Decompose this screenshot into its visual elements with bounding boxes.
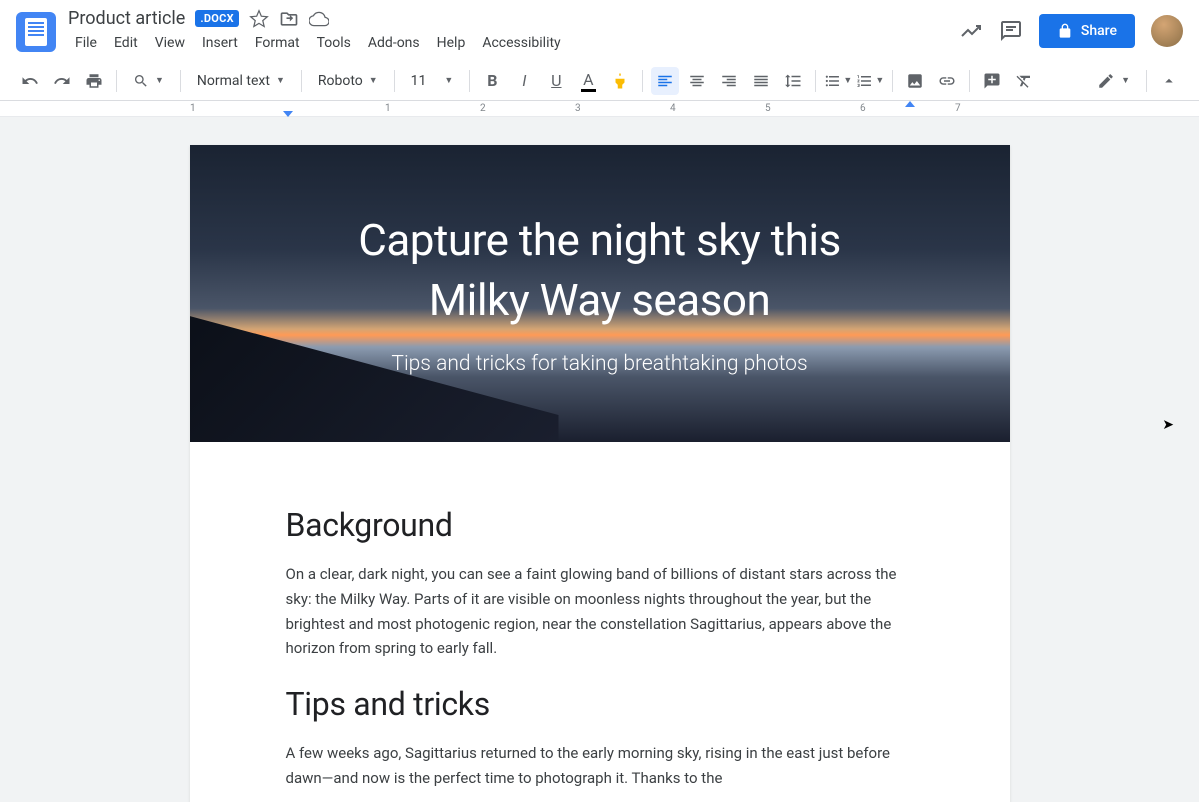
line-spacing-button[interactable] <box>779 67 807 95</box>
user-avatar[interactable] <box>1151 15 1183 47</box>
align-justify-button[interactable] <box>747 67 775 95</box>
bold-button[interactable]: B <box>478 67 506 95</box>
menu-bar: File Edit View Insert Format Tools Add-o… <box>68 31 959 55</box>
print-button[interactable] <box>80 67 108 95</box>
style-dropdown[interactable]: Normal text▼ <box>189 67 293 95</box>
numbered-list-button[interactable]: ▼ <box>856 67 884 95</box>
hero-image: Capture the night sky this Milky Way sea… <box>190 145 1010 442</box>
pencil-icon <box>1097 72 1115 90</box>
formatting-toolbar: ▼ Normal text▼ Roboto▼ 11▼ B I U A ▼ ▼ ▼ <box>0 61 1199 101</box>
align-center-button[interactable] <box>683 67 711 95</box>
align-right-button[interactable] <box>715 67 743 95</box>
menu-tools[interactable]: Tools <box>310 31 358 55</box>
menu-accessibility[interactable]: Accessibility <box>475 31 567 55</box>
redo-button[interactable] <box>48 67 76 95</box>
document-bar: Product article .DOCX File Edit View Ins… <box>68 8 959 55</box>
zoom-dropdown[interactable]: ▼ <box>125 67 172 95</box>
header-actions: Share <box>959 14 1183 48</box>
document-title[interactable]: Product article <box>68 8 185 29</box>
menu-edit[interactable]: Edit <box>107 31 145 55</box>
text-color-button[interactable]: A <box>574 67 602 95</box>
clear-formatting-button[interactable] <box>1010 67 1038 95</box>
align-left-button[interactable] <box>651 67 679 95</box>
share-label: Share <box>1081 23 1117 39</box>
menu-format[interactable]: Format <box>248 31 307 55</box>
star-icon[interactable] <box>249 9 269 29</box>
share-button[interactable]: Share <box>1039 14 1135 48</box>
document-canvas[interactable]: Capture the night sky this Milky Way sea… <box>0 117 1199 802</box>
insert-image-button[interactable] <box>901 67 929 95</box>
article-title[interactable]: Capture the night sky this Milky Way sea… <box>358 211 841 330</box>
bulleted-list-button[interactable]: ▼ <box>824 67 852 95</box>
underline-button[interactable]: U <box>542 67 570 95</box>
document-page[interactable]: Capture the night sky this Milky Way sea… <box>190 145 1010 802</box>
comments-icon[interactable] <box>999 19 1023 43</box>
article-body[interactable]: Background On a clear, dark night, you c… <box>190 442 1010 802</box>
docs-logo[interactable] <box>16 12 56 52</box>
heading-background[interactable]: Background <box>286 506 914 544</box>
italic-button[interactable]: I <box>510 67 538 95</box>
collapse-toolbar-button[interactable] <box>1155 67 1183 95</box>
editing-mode-dropdown[interactable]: ▼ <box>1089 67 1138 95</box>
menu-addons[interactable]: Add-ons <box>361 31 427 55</box>
menu-insert[interactable]: Insert <box>195 31 245 55</box>
cursor-icon: ➤ <box>1162 417 1174 433</box>
docx-badge: .DOCX <box>195 10 239 27</box>
insert-link-button[interactable] <box>933 67 961 95</box>
menu-help[interactable]: Help <box>430 31 473 55</box>
paragraph-tips[interactable]: A few weeks ago, Sagittarius returned to… <box>286 741 914 791</box>
add-comment-button[interactable] <box>978 67 1006 95</box>
app-header: Product article .DOCX File Edit View Ins… <box>0 0 1199 55</box>
zoom-icon <box>133 73 149 89</box>
heading-tips[interactable]: Tips and tricks <box>286 685 914 723</box>
font-size-dropdown[interactable]: 11▼ <box>403 67 462 95</box>
cloud-status-icon[interactable] <box>309 9 329 29</box>
undo-button[interactable] <box>16 67 44 95</box>
article-subtitle[interactable]: Tips and tricks for taking breathtaking … <box>391 352 807 376</box>
highlight-button[interactable] <box>606 67 634 95</box>
activity-icon[interactable] <box>959 19 983 43</box>
menu-file[interactable]: File <box>68 31 104 55</box>
font-dropdown[interactable]: Roboto▼ <box>310 67 386 95</box>
paragraph-background[interactable]: On a clear, dark night, you can see a fa… <box>286 562 914 661</box>
horizontal-ruler[interactable]: 1 1 2 3 4 5 6 7 <box>0 101 1199 117</box>
move-icon[interactable] <box>279 9 299 29</box>
lock-icon <box>1057 23 1073 39</box>
menu-view[interactable]: View <box>148 31 192 55</box>
